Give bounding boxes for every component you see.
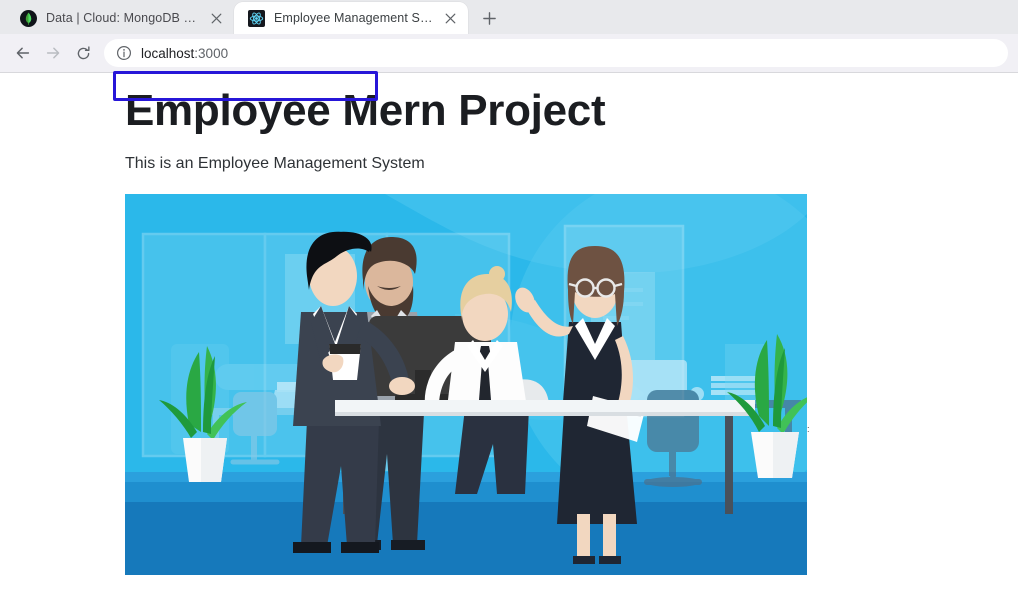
info-circle-icon[interactable] [116, 45, 132, 61]
page-subtitle: This is an Employee Management System [125, 155, 425, 173]
mongodb-leaf-icon [20, 9, 37, 27]
page-title: Employee Mern Project [125, 86, 606, 135]
tab-title: Data | Cloud: MongoDB Cloud [46, 11, 199, 25]
office-team-illustration [125, 194, 807, 576]
omnibox[interactable]: localhost:3000 [104, 39, 1008, 67]
close-icon[interactable] [208, 10, 225, 27]
page-edge-artifact: : [807, 424, 810, 434]
tab-title: Employee Management System [274, 11, 433, 25]
browser-tab-mongodb[interactable]: Data | Cloud: MongoDB Cloud [6, 2, 234, 34]
react-atom-icon [248, 9, 265, 27]
browser-tab-employee-management-system[interactable]: Employee Management System [234, 2, 468, 34]
reload-icon[interactable] [68, 38, 98, 68]
url-port: :3000 [194, 45, 229, 61]
illustration-svg [125, 194, 807, 576]
address-bar[interactable]: localhost:3000 [104, 39, 1008, 67]
new-tab-button[interactable] [475, 4, 503, 32]
forward-arrow-icon[interactable] [38, 38, 68, 68]
close-icon[interactable] [442, 10, 459, 27]
tab-strip: Data | Cloud: MongoDB Cloud [0, 0, 1018, 34]
browser-toolbar: localhost:3000 [0, 34, 1018, 101]
plus-icon [482, 11, 496, 25]
back-arrow-icon[interactable] [8, 38, 38, 68]
browser-window: Data | Cloud: MongoDB Cloud [0, 0, 1018, 602]
url-host: localhost [141, 45, 195, 61]
page-content: Employee Mern Project This is an Employe… [0, 73, 1018, 602]
url-text: localhost:3000 [141, 46, 228, 61]
